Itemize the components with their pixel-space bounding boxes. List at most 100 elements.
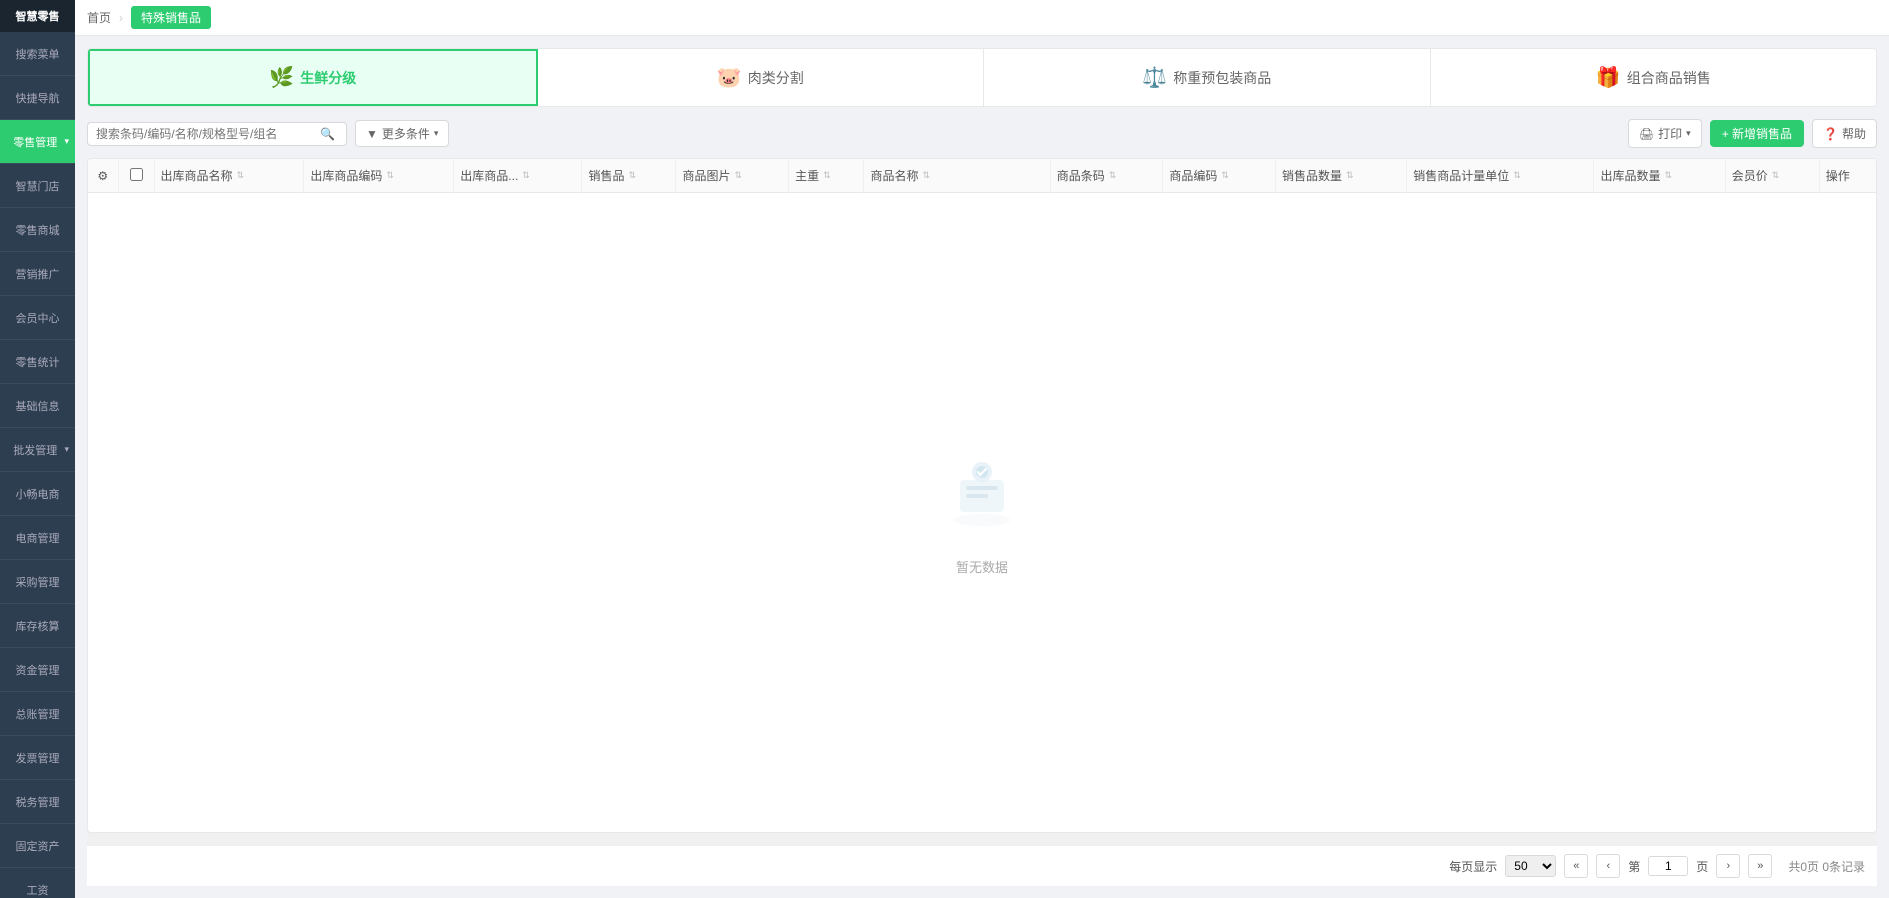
search-input[interactable] bbox=[96, 127, 316, 141]
sidebar-item-fund-mgmt[interactable]: 资金管理 bbox=[0, 648, 75, 692]
prev-page-button[interactable]: ‹ bbox=[1596, 854, 1620, 878]
tab-fresh-grade-label: 生鲜分级 bbox=[300, 68, 356, 88]
meat-split-icon: 🐷 bbox=[717, 65, 742, 90]
page-unit: 页 bbox=[1696, 858, 1708, 875]
data-table: ⚙ 出库商品名称 ⇅ 出库商 bbox=[88, 159, 1876, 193]
chevron-down-icon: ▾ bbox=[64, 444, 69, 455]
sidebar-item-label: 零售管理 bbox=[6, 134, 64, 150]
first-page-button[interactable]: « bbox=[1564, 854, 1588, 878]
select-all-checkbox[interactable] bbox=[130, 168, 143, 181]
sidebar-item-label: 小畅电商 bbox=[16, 486, 60, 502]
sidebar-item-label: 总账管理 bbox=[16, 706, 60, 722]
col-goods-name[interactable]: 商品名称 ⇅ bbox=[864, 159, 1050, 193]
page-input[interactable] bbox=[1648, 856, 1688, 876]
tab-fresh-grade[interactable]: 🌿 生鲜分级 bbox=[88, 49, 538, 106]
col-settings[interactable]: ⚙ bbox=[88, 159, 118, 193]
breadcrumb-current: 特殊销售品 bbox=[131, 6, 211, 29]
next-page-button[interactable]: › bbox=[1716, 854, 1740, 878]
col-sales-goods[interactable]: 销售品 ⇅ bbox=[582, 159, 676, 193]
add-sales-item-button[interactable]: + 新增销售品 bbox=[1710, 120, 1804, 147]
col-operation: 操作 bbox=[1819, 159, 1876, 193]
print-button[interactable]: 🖨 打印 ▾ bbox=[1628, 119, 1702, 148]
settings-icon[interactable]: ⚙ bbox=[97, 169, 108, 183]
sidebar-item-quick-nav[interactable]: 快捷导航 bbox=[0, 76, 75, 120]
col-barcode[interactable]: 商品条码 ⇅ bbox=[1050, 159, 1163, 193]
sidebar-item-retail-mall[interactable]: 零售商城 bbox=[0, 208, 75, 252]
col-goods-code[interactable]: 商品编码 ⇅ bbox=[1163, 159, 1276, 193]
sidebar-item-member-center[interactable]: 会员中心 bbox=[0, 296, 75, 340]
sidebar-item-inventory[interactable]: 库存核算 bbox=[0, 604, 75, 648]
help-label: 帮助 bbox=[1842, 125, 1866, 142]
sidebar-item-label: 快捷导航 bbox=[16, 90, 60, 106]
weight-pack-icon: ⚖️ bbox=[1142, 65, 1167, 90]
sidebar-item-label: 税务管理 bbox=[16, 794, 60, 810]
sidebar-item-wages[interactable]: 工资 bbox=[0, 868, 75, 898]
sidebar-item-label: 固定资产 bbox=[16, 838, 60, 854]
sidebar-item-retail-stats[interactable]: 零售统计 bbox=[0, 340, 75, 384]
search-icon[interactable]: 🔍 bbox=[320, 127, 335, 141]
sidebar-item-tax-mgmt[interactable]: 税务管理 bbox=[0, 780, 75, 824]
sidebar-item-label: 会员中心 bbox=[16, 310, 60, 326]
sidebar-item-fixed-assets[interactable]: 固定资产 bbox=[0, 824, 75, 868]
col-out-goods-x[interactable]: 出库商品... ⇅ bbox=[454, 159, 582, 193]
sort-arrows-icon: ⇅ bbox=[734, 170, 742, 181]
table-wrap: ⚙ 出库商品名称 ⇅ 出库商 bbox=[87, 158, 1877, 833]
sidebar-item-label: 发票管理 bbox=[16, 750, 60, 766]
col-out-goods-code[interactable]: 出库商品编码 ⇅ bbox=[304, 159, 454, 193]
col-main-weight[interactable]: 主重 ⇅ bbox=[789, 159, 864, 193]
col-checkbox[interactable] bbox=[118, 159, 154, 193]
col-out-qty[interactable]: 出库品数量 ⇅ bbox=[1594, 159, 1725, 193]
sort-arrows-icon: ⇅ bbox=[1772, 170, 1780, 181]
add-label: + 新增销售品 bbox=[1722, 125, 1792, 142]
sidebar-item-label: 批发管理 bbox=[6, 442, 64, 458]
tab-weight-pack-label: 称重预包装商品 bbox=[1173, 68, 1271, 88]
sort-arrows-icon: ⇅ bbox=[1513, 170, 1521, 181]
sort-arrows-icon: ⇅ bbox=[1109, 170, 1117, 181]
sidebar-item-purchase-mgmt[interactable]: 采购管理 bbox=[0, 560, 75, 604]
sidebar-item-mini-ecom[interactable]: 小畅电商 bbox=[0, 472, 75, 516]
breadcrumb-separator: › bbox=[119, 11, 123, 25]
col-member-price[interactable]: 会员价 ⇅ bbox=[1725, 159, 1819, 193]
sidebar-item-label: 采购管理 bbox=[16, 574, 60, 590]
total-label: 共0页 0条记录 bbox=[1788, 858, 1865, 875]
page-size-select[interactable]: 20 50 100 200 bbox=[1505, 855, 1556, 877]
tab-combo-sales[interactable]: 🎁 组合商品销售 bbox=[1431, 49, 1877, 106]
sidebar-item-basic-info[interactable]: 基础信息 bbox=[0, 384, 75, 428]
filter-label: 更多条件 bbox=[382, 125, 430, 142]
col-sales-qty[interactable]: 销售品数量 ⇅ bbox=[1276, 159, 1407, 193]
app-logo: 智慧零售 bbox=[0, 0, 75, 32]
empty-text: 暂无数据 bbox=[956, 557, 1008, 576]
search-box: 🔍 bbox=[87, 122, 347, 146]
breadcrumb-home[interactable]: 首页 bbox=[87, 9, 111, 26]
tab-weight-pack[interactable]: ⚖️ 称重预包装商品 bbox=[984, 49, 1431, 106]
tab-meat-split[interactable]: 🐷 肉类分割 bbox=[538, 49, 985, 106]
sidebar-item-invoice-mgmt[interactable]: 发票管理 bbox=[0, 736, 75, 780]
sort-arrows-icon: ⇅ bbox=[386, 170, 394, 181]
sidebar-item-label: 电商管理 bbox=[16, 530, 60, 546]
topbar: 首页 › 特殊销售品 bbox=[75, 0, 1889, 36]
sidebar-item-ledger-mgmt[interactable]: 总账管理 bbox=[0, 692, 75, 736]
page-label: 第 bbox=[1628, 858, 1640, 875]
sidebar-item-retail-mgmt[interactable]: 零售管理 ▾ bbox=[0, 120, 75, 164]
pagination: 每页显示 20 50 100 200 « ‹ 第 页 › » 共0页 0条记录 bbox=[87, 845, 1877, 886]
help-icon: ❓ bbox=[1823, 127, 1838, 141]
sidebar-item-smart-store[interactable]: 智慧门店 bbox=[0, 164, 75, 208]
sidebar-item-label: 资金管理 bbox=[16, 662, 60, 678]
combo-sales-icon: 🎁 bbox=[1596, 65, 1621, 90]
sidebar-item-search-menu[interactable]: 搜索菜单 bbox=[0, 32, 75, 76]
sidebar-item-label: 零售商城 bbox=[16, 222, 60, 238]
chevron-down-icon: ▾ bbox=[434, 128, 439, 139]
main-area: 首页 › 特殊销售品 🌿 生鲜分级 🐷 肉类分割 ⚖️ 称重预包装商品 🎁 组合… bbox=[75, 0, 1889, 898]
help-button[interactable]: ❓ 帮助 bbox=[1812, 119, 1877, 148]
sidebar-item-marketing[interactable]: 营销推广 bbox=[0, 252, 75, 296]
sidebar-item-wholesale-mgmt[interactable]: 批发管理 ▾ bbox=[0, 428, 75, 472]
sidebar-item-label: 库存核算 bbox=[16, 618, 60, 634]
horizontal-scrollbar[interactable] bbox=[87, 833, 1877, 845]
col-out-goods-name[interactable]: 出库商品名称 ⇅ bbox=[154, 159, 304, 193]
col-sales-unit[interactable]: 销售商品计量单位 ⇅ bbox=[1407, 159, 1594, 193]
last-page-button[interactable]: » bbox=[1748, 854, 1772, 878]
sidebar-item-ecom-mgmt[interactable]: 电商管理 bbox=[0, 516, 75, 560]
filter-button[interactable]: ▼ 更多条件 ▾ bbox=[355, 120, 449, 147]
empty-illustration bbox=[942, 450, 1022, 545]
col-goods-img[interactable]: 商品图片 ⇅ bbox=[676, 159, 789, 193]
